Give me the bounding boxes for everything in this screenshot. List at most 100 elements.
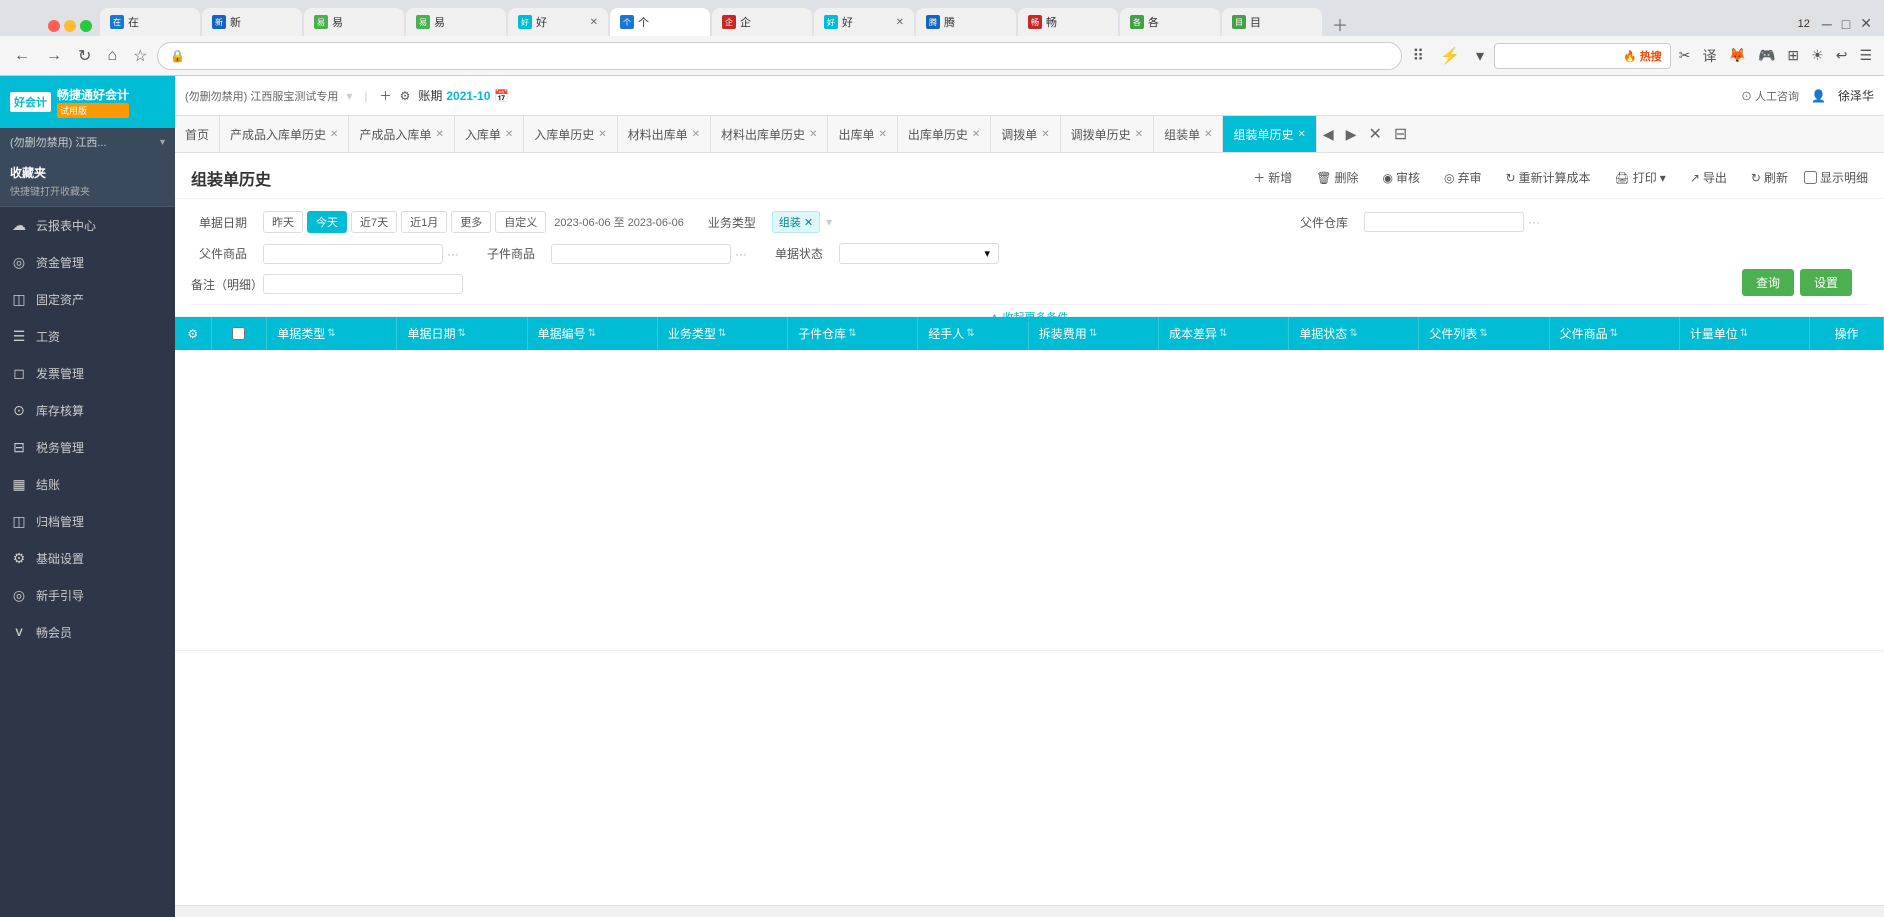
game-icon[interactable]: 🎮 [1754,45,1779,66]
page-tab-home[interactable]: 首页 [175,116,220,152]
tab-close-5[interactable]: ✕ [586,17,598,28]
date-7days-btn[interactable]: 近7天 [351,211,397,233]
page-tab-finished-history[interactable]: 产成品入库单历史 ✕ [220,116,349,152]
settings-button[interactable]: 设置 [1800,269,1852,296]
sun-icon[interactable]: ☀ [1807,45,1828,66]
page-tab-transfer-history-close[interactable]: ✕ [1135,129,1143,140]
sidebar-item-fixed-assets[interactable]: ◫ 固定资产 [0,281,175,318]
child-goods-input[interactable] [551,244,731,264]
date-yesterday-btn[interactable]: 昨天 [263,211,303,233]
th-bill-status[interactable]: 单据状态 ⇅ [1289,317,1419,350]
sidebar-item-vip[interactable]: V 畅会员 [0,614,175,651]
tab-close-8[interactable]: ✕ [892,17,904,28]
period-value[interactable]: 2021-10 [446,89,490,103]
delete-btn[interactable]: 🗑 删除 [1308,165,1366,190]
th-parent-list[interactable]: 父件列表 ⇅ [1419,317,1549,350]
lightning-button[interactable]: ⚡ [1434,42,1466,70]
sidebar-item-guide[interactable]: ◎ 新手引导 [0,577,175,614]
close-window-button[interactable]: ✕ [1856,11,1876,36]
sidebar-item-invoice[interactable]: ◻ 发票管理 [0,355,175,392]
browser-tab-8[interactable]: 好 好 ✕ [814,8,914,36]
address-bar[interactable]: 🔒 https://cloud.chanjet.com/accounting/u… [157,42,1402,70]
page-tab-finished-close[interactable]: ✕ [435,129,443,140]
query-button[interactable]: 查询 [1742,269,1794,296]
page-tab-finished[interactable]: 产成品入库单 ✕ [349,116,454,152]
page-tab-assembly-history-close[interactable]: ✕ [1298,129,1306,140]
th-child-warehouse[interactable]: 子件仓库 ⇅ [788,317,918,350]
page-tab-material-out[interactable]: 材料出库单 ✕ [618,116,711,152]
tab-nav-prev[interactable]: ◀ [1317,126,1340,143]
forward-button[interactable]: → [40,43,68,69]
recalc-btn[interactable]: ↻ 重新计算成本 [1497,165,1598,190]
page-tab-assembly-close[interactable]: ✕ [1204,129,1212,140]
page-tab-outbound-history[interactable]: 出库单历史 ✕ [898,116,991,152]
parent-goods-input[interactable] [263,244,443,264]
biz-type-dropdown-icon[interactable]: ▾ [826,215,832,229]
back-button[interactable]: ← [8,43,36,69]
browser-tab-9[interactable]: 腾 腾 [916,8,1016,36]
browser-tab-5[interactable]: 好 好 ✕ [508,8,608,36]
page-tab-outbound[interactable]: 出库单 ✕ [828,116,897,152]
undo-icon[interactable]: ↩ [1832,45,1852,66]
browser-tab-2[interactable]: 新 新 [202,8,302,36]
browser-tab-active[interactable]: 个 个 [610,8,710,36]
show-detail-checkbox[interactable] [1804,171,1817,184]
bookmark-button[interactable]: ☆ [127,42,153,70]
page-tab-material-out-close[interactable]: ✕ [692,129,700,140]
qr-code-button[interactable]: ⠿ [1406,42,1430,70]
browser-tab-10[interactable]: 畅 畅 [1018,8,1118,36]
page-tab-finished-history-close[interactable]: ✕ [330,129,338,140]
sidebar-company[interactable]: (勿删勿禁用) 江西... ▾ [0,128,175,156]
topbar-company[interactable]: (勿删勿禁用) 江西服宝测试专用 [185,88,338,104]
parent-goods-more-btn[interactable]: ··· [443,247,463,261]
date-1month-btn[interactable]: 近1月 [401,211,447,233]
support-link[interactable]: ⊙ 人工咨询 [1741,88,1799,104]
th-settings[interactable]: ⚙ [175,317,211,350]
tab-nav-next[interactable]: ▶ [1340,126,1363,143]
child-goods-more-btn[interactable]: ··· [731,247,751,261]
close-all-tabs-btn[interactable]: ✕ [1362,124,1387,144]
date-custom-btn[interactable]: 自定义 [495,211,546,233]
minimize-button[interactable]: ─ [1818,12,1836,36]
th-parent-goods[interactable]: 父件商品 ⇅ [1549,317,1679,350]
browser-tab-7[interactable]: 企 企 [712,8,812,36]
add-btn[interactable]: ＋ 新增 [1245,165,1300,190]
refresh-btn[interactable]: ↻ 刷新 [1743,165,1796,190]
biz-type-tag-remove[interactable]: ✕ [804,216,813,229]
menu-icon[interactable]: ☰ [1855,45,1876,66]
th-biz-type[interactable]: 业务类型 ⇅ [657,317,787,350]
select-all-checkbox[interactable] [232,327,245,340]
home-button[interactable]: ⌂ [101,43,123,69]
settings-gear-btn[interactable]: ⚙ [400,89,411,103]
th-unit[interactable]: 计量单位 ⇅ [1679,317,1809,350]
browser-tab-3[interactable]: 易 易 [304,8,404,36]
maximize-button[interactable]: □ [1838,12,1854,36]
page-tab-inbound[interactable]: 入库单 ✕ [455,116,524,152]
search-input[interactable]: 大量安卓用户逃离 [1503,50,1623,62]
browser-tab-12[interactable]: 目 目 [1222,8,1322,36]
emoji-icon[interactable]: 🦊 [1725,45,1750,66]
bottom-scrollbar[interactable] [175,905,1884,917]
print-btn[interactable]: 🖨 打印 ▾ [1607,165,1674,190]
dropdown-button[interactable]: ▾ [1470,42,1490,70]
page-tab-inbound-close[interactable]: ✕ [505,129,513,140]
browser-tab-4[interactable]: 易 易 [406,8,506,36]
page-tab-inbound-history[interactable]: 入库单历史 ✕ [524,116,617,152]
new-tab-button[interactable]: ＋ [1324,12,1356,36]
page-tab-transfer-history[interactable]: 调拨单历史 ✕ [1061,116,1154,152]
browser-tab-11[interactable]: 各 各 [1120,8,1220,36]
th-bill-type[interactable]: 单据类型 ⇅ [267,317,397,350]
parent-warehouse-more-btn[interactable]: ··· [1524,215,1544,229]
parent-warehouse-input[interactable] [1364,212,1524,232]
sidebar-item-settings[interactable]: ⚙ 基础设置 [0,540,175,577]
add-company-btn[interactable]: ＋ [380,87,392,104]
page-tab-outbound-close[interactable]: ✕ [878,129,886,140]
review-btn[interactable]: ◉ 审核 [1374,165,1428,190]
grid-icon[interactable]: ⊞ [1783,45,1803,66]
browser-tab-1[interactable]: 在 在 [100,8,200,36]
translate-icon[interactable]: 译 [1699,44,1721,68]
scissors-icon[interactable]: ✂ [1675,45,1695,66]
th-cost-diff[interactable]: 成本差异 ⇅ [1159,317,1289,350]
page-tab-material-out-history[interactable]: 材料出库单历史 ✕ [711,116,828,152]
page-tab-transfer[interactable]: 调拨单 ✕ [991,116,1060,152]
